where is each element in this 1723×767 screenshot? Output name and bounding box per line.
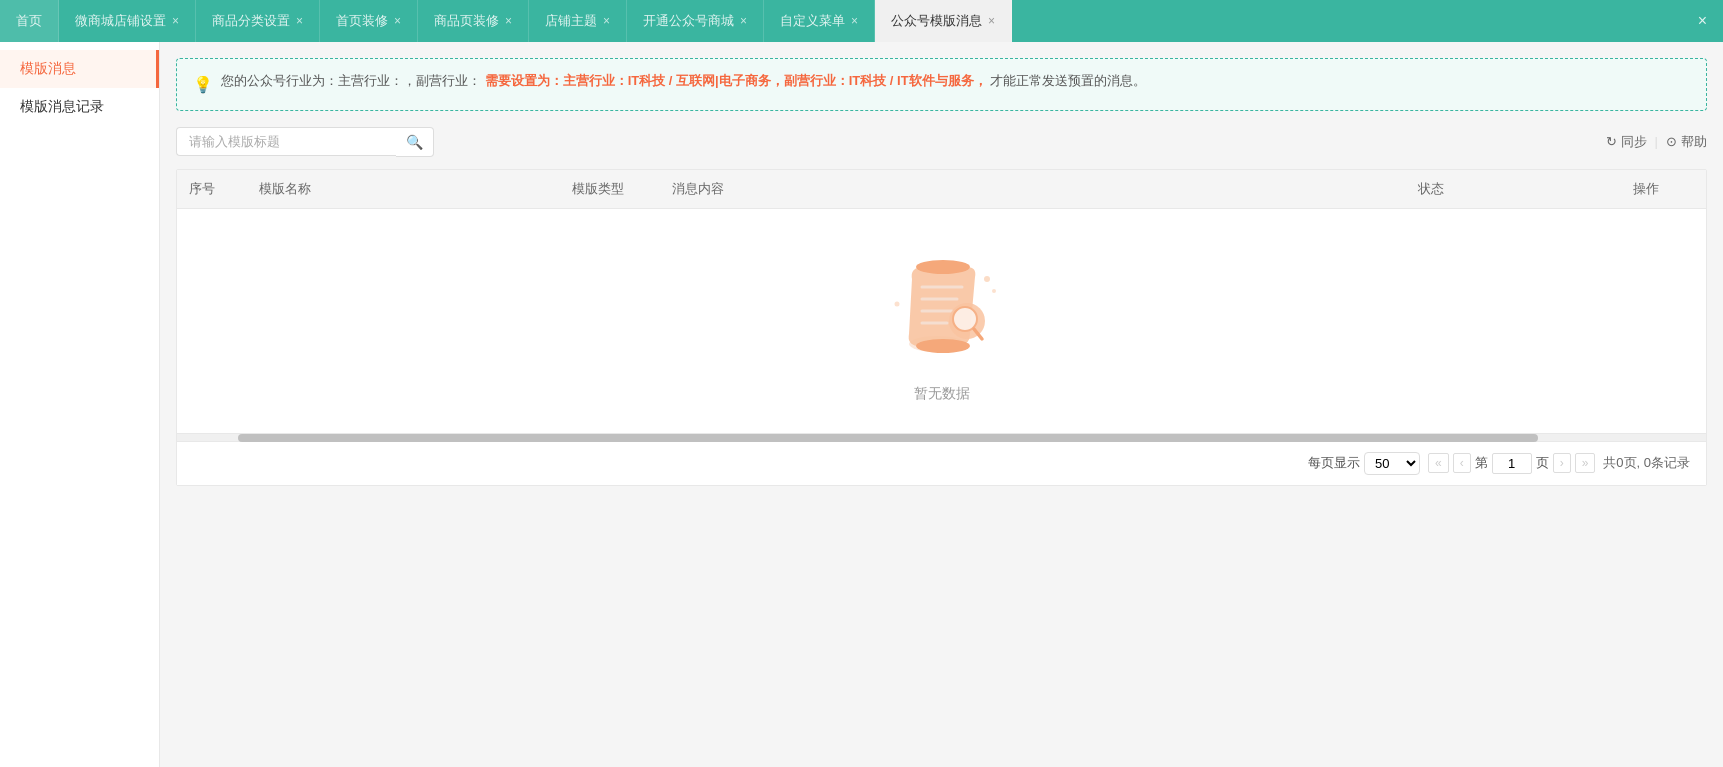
- empty-state: 暂无数据: [177, 209, 1706, 433]
- per-page-select: 每页显示 102050100: [1308, 452, 1420, 475]
- total-info: 共0页, 0条记录: [1603, 454, 1690, 472]
- notice-text: 您的公众号行业为：主营行业：，副营行业： 需要设置为：主营行业：IT科技 / 互…: [221, 71, 1146, 92]
- divider: |: [1655, 134, 1658, 149]
- nav-tab-label: 店铺主题: [545, 12, 597, 30]
- nav-tab-label: 商品分类设置: [212, 12, 290, 30]
- search-input[interactable]: [176, 127, 396, 156]
- page-first-button[interactable]: «: [1428, 453, 1449, 473]
- page-navigation: « ‹ 第 页 › »: [1428, 453, 1595, 474]
- th-content: 消息内容: [660, 170, 1406, 208]
- nav-tab-label: 微商城店铺设置: [75, 12, 166, 30]
- nav-tab-home[interactable]: 首页: [0, 0, 59, 42]
- nav-tab-wshop[interactable]: 微商城店铺设置 ×: [59, 0, 196, 42]
- help-icon: ⊙: [1666, 134, 1677, 149]
- svg-point-12: [894, 301, 899, 306]
- help-button[interactable]: ⊙ 帮助: [1666, 133, 1707, 151]
- table-container: 序号 模版名称 模版类型 消息内容 状态 操作: [176, 169, 1707, 486]
- per-page-label: 每页显示: [1308, 454, 1360, 472]
- search-right: ↻ 同步 | ⊙ 帮助: [1606, 133, 1707, 151]
- tab-close-icon[interactable]: ×: [988, 15, 995, 27]
- th-name: 模版名称: [247, 170, 560, 208]
- nav-tab-label: 公众号模版消息: [891, 12, 982, 30]
- tab-close-icon[interactable]: ×: [296, 15, 303, 27]
- sync-button[interactable]: ↻ 同步: [1606, 133, 1647, 151]
- notice-box: 💡 您的公众号行业为：主营行业：，副营行业： 需要设置为：主营行业：IT科技 /…: [176, 58, 1707, 111]
- nav-tab-label: 自定义菜单: [780, 12, 845, 30]
- tab-close-icon[interactable]: ×: [603, 15, 610, 27]
- nav-tab-label: 开通公众号商城: [643, 12, 734, 30]
- page-prev-button[interactable]: ‹: [1453, 453, 1471, 473]
- nav-tab-templatemsg[interactable]: 公众号模版消息 ×: [875, 0, 1012, 42]
- th-status: 状态: [1406, 170, 1586, 208]
- th-seq: 序号: [177, 170, 247, 208]
- table-header: 序号 模版名称 模版类型 消息内容 状态 操作: [177, 170, 1706, 209]
- sidebar-item-template-msg[interactable]: 模版消息: [0, 50, 159, 88]
- th-action: 操作: [1586, 170, 1706, 208]
- per-page-dropdown[interactable]: 102050100: [1364, 452, 1420, 475]
- search-button[interactable]: 🔍: [396, 127, 434, 157]
- nav-tab-label: 首页装修: [336, 12, 388, 30]
- sync-icon: ↻: [1606, 134, 1617, 149]
- nav-tab-shoptheme[interactable]: 店铺主题 ×: [529, 0, 627, 42]
- page-next-button[interactable]: ›: [1553, 453, 1571, 473]
- nav-tab-category[interactable]: 商品分类设置 ×: [196, 0, 320, 42]
- nav-tab-openstore[interactable]: 开通公众号商城 ×: [627, 0, 764, 42]
- svg-point-11: [992, 289, 996, 293]
- nav-tab-productpage[interactable]: 商品页装修 ×: [418, 0, 529, 42]
- svg-point-2: [916, 339, 970, 353]
- page-label-after: 页: [1536, 454, 1549, 472]
- nav-tab-label: 首页: [16, 12, 42, 30]
- sidebar-item-template-msg-log[interactable]: 模版消息记录: [0, 88, 159, 126]
- search-bar: 🔍 ↻ 同步 | ⊙ 帮助: [176, 127, 1707, 157]
- pagination: 每页显示 102050100 « ‹ 第 页 › » 共0页, 0条记录: [177, 441, 1706, 485]
- page-label-before: 第: [1475, 454, 1488, 472]
- svg-point-1: [916, 260, 970, 274]
- main-content: 💡 您的公众号行业为：主营行业：，副营行业： 需要设置为：主营行业：IT科技 /…: [160, 42, 1723, 767]
- nav-tab-custommenu[interactable]: 自定义菜单 ×: [764, 0, 875, 42]
- empty-text: 暂无数据: [914, 385, 970, 403]
- tab-close-icon[interactable]: ×: [740, 15, 747, 27]
- tab-close-icon[interactable]: ×: [172, 15, 179, 27]
- search-left: 🔍: [176, 127, 434, 157]
- svg-point-10: [984, 276, 990, 282]
- th-type: 模版类型: [560, 170, 660, 208]
- nav-tab-homepage[interactable]: 首页装修 ×: [320, 0, 418, 42]
- tab-close-icon[interactable]: ×: [505, 15, 512, 27]
- scrollbar-thumb: [238, 434, 1538, 442]
- global-close-button[interactable]: ×: [1682, 0, 1723, 42]
- tab-close-icon[interactable]: ×: [851, 15, 858, 27]
- nav-tab-label: 商品页装修: [434, 12, 499, 30]
- top-navigation: 首页微商城店铺设置×商品分类设置×首页装修×商品页装修×店铺主题×开通公众号商城…: [0, 0, 1723, 42]
- sidebar: 模版消息模版消息记录: [0, 42, 160, 767]
- page-last-button[interactable]: »: [1575, 453, 1596, 473]
- tab-close-icon[interactable]: ×: [394, 15, 401, 27]
- notice-icon: 💡: [193, 72, 213, 98]
- empty-illustration: [882, 249, 1002, 369]
- main-layout: 模版消息模版消息记录 💡 您的公众号行业为：主营行业：，副营行业： 需要设置为：…: [0, 42, 1723, 767]
- horizontal-scrollbar[interactable]: [177, 433, 1706, 441]
- page-input[interactable]: [1492, 453, 1532, 474]
